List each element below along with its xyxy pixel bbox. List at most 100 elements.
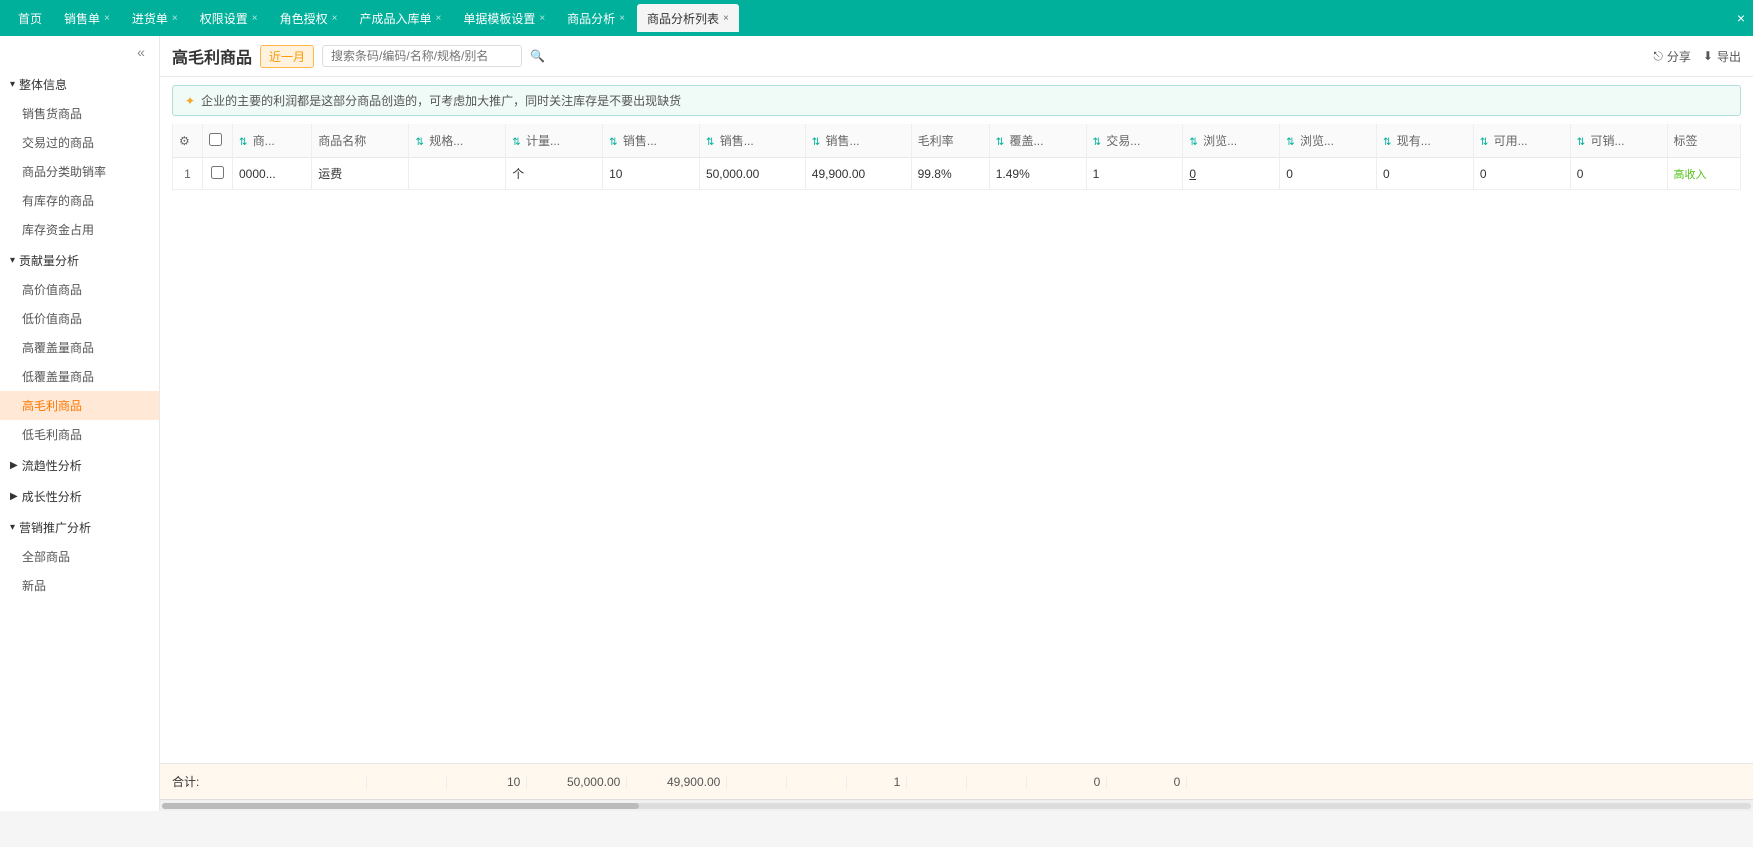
th-views1[interactable]: ⇅ 浏览...: [1183, 124, 1280, 158]
sidebar-item-in-stock[interactable]: 有库存的商品: [0, 186, 159, 215]
nav-tab-product-analysis-list[interactable]: 商品分析列表 ×: [637, 4, 739, 32]
nav-tab-template[interactable]: 单据模板设置 ×: [453, 4, 555, 32]
sort-icon-views2: ⇅: [1286, 137, 1294, 148]
arrow-right-icon-trend: ▶: [10, 460, 18, 471]
footer-empty1: [207, 775, 367, 789]
sidebar-item-low-value[interactable]: 低价值商品: [0, 304, 159, 333]
settings-icon[interactable]: ⚙: [179, 134, 190, 148]
footer-stock-current: 0: [1027, 775, 1107, 789]
nav-tab-home[interactable]: 首页: [8, 4, 52, 32]
footer-total-label: 合计:: [172, 773, 199, 790]
sidebar-item-low-coverage[interactable]: 低覆盖量商品: [0, 362, 159, 391]
sidebar-group-overall-items: 销售货商品 交易过的商品 商品分类助销率 有库存的商品 库存资金占用: [0, 99, 159, 244]
sidebar-item-low-margin[interactable]: 低毛利商品: [0, 420, 159, 449]
row-checkbox[interactable]: [211, 166, 224, 179]
tip-text: 企业的主要的利润都是这部分商品创造的，可考虑加大推广，同时关注库存是不要出现缺货: [201, 92, 681, 109]
sidebar-group-growth[interactable]: ▶ 成长性分析: [0, 480, 159, 511]
main-layout: « ▾ 整体信息 销售货商品 交易过的商品 商品分类助销率 有库存的商品 库存资…: [0, 36, 1753, 811]
footer-views1-empty: [907, 775, 967, 789]
row-stock-salable: 0: [1570, 158, 1667, 190]
tab-close-purchase[interactable]: ×: [172, 13, 178, 24]
table-container: ⚙ ⇅ 商... 商品名称 ⇅: [160, 124, 1753, 763]
export-button[interactable]: ⬇ 导出: [1703, 48, 1741, 65]
sidebar-item-all-goods[interactable]: 全部商品: [0, 542, 159, 571]
sidebar-group-trend[interactable]: ▶ 流趋性分析: [0, 449, 159, 480]
sort-icon-stock-available: ⇅: [1480, 137, 1488, 148]
footer-sales-amount: 50,000.00: [527, 775, 627, 789]
sidebar-item-sales-goods[interactable]: 销售货商品: [0, 99, 159, 128]
sidebar-group-contribution-items: 高价值商品 低价值商品 高覆盖量商品 低覆盖量商品 高毛利商品 低毛利商品: [0, 275, 159, 449]
tab-close-product-analysis-list[interactable]: ×: [723, 13, 729, 24]
th-coverage[interactable]: ⇅ 覆盖...: [989, 124, 1086, 158]
horizontal-scrollbar[interactable]: [160, 799, 1753, 811]
tab-close-product-analysis[interactable]: ×: [619, 13, 625, 24]
footer-sales-qty: 10: [447, 775, 527, 789]
share-icon: ⎋: [1653, 49, 1663, 64]
sidebar-item-high-coverage[interactable]: 高覆盖量商品: [0, 333, 159, 362]
th-stock-salable[interactable]: ⇅ 可销...: [1570, 124, 1667, 158]
content-header: 高毛利商品 近一月 🔍 ⎋ 分享 ⬇ 导出: [160, 36, 1753, 77]
share-button[interactable]: ⎋ 分享: [1653, 48, 1691, 65]
tab-close-template[interactable]: ×: [539, 13, 545, 24]
sort-icon-stock-salable: ⇅: [1577, 137, 1585, 148]
sidebar-group-overall[interactable]: ▾ 整体信息: [0, 68, 159, 99]
arrow-right-icon-growth: ▶: [10, 491, 18, 502]
sidebar-item-new-goods[interactable]: 新品: [0, 571, 159, 600]
th-code[interactable]: ⇅ 商...: [233, 124, 312, 158]
th-unit[interactable]: ⇅ 计量...: [506, 124, 603, 158]
sidebar: « ▾ 整体信息 销售货商品 交易过的商品 商品分类助销率 有库存的商品 库存资…: [0, 36, 160, 811]
footer-sales-cost: 49,900.00: [627, 775, 727, 789]
header-actions: ⎋ 分享 ⬇ 导出: [1653, 48, 1741, 65]
row-num: 1: [173, 158, 203, 190]
tab-close-role[interactable]: ×: [332, 13, 338, 24]
row-name: 运费: [312, 158, 409, 190]
sidebar-item-category-rate[interactable]: 商品分类助销率: [0, 157, 159, 186]
scrollbar-track: [162, 803, 1751, 809]
row-gross-margin: 99.8%: [911, 158, 989, 190]
th-sales-qty[interactable]: ⇅ 销售...: [603, 124, 700, 158]
sidebar-item-traded-goods[interactable]: 交易过的商品: [0, 128, 159, 157]
sidebar-group-contribution[interactable]: ▾ 贡献量分析: [0, 244, 159, 275]
sort-icon-code: ⇅: [239, 137, 247, 148]
footer-views2-empty: [967, 775, 1027, 789]
sidebar-item-stock-capital[interactable]: 库存资金占用: [0, 215, 159, 244]
select-all-checkbox[interactable]: [209, 133, 222, 146]
th-views2[interactable]: ⇅ 浏览...: [1280, 124, 1377, 158]
nav-tab-product-inbound[interactable]: 产成品入库单 ×: [349, 4, 451, 32]
search-input[interactable]: [322, 45, 522, 67]
nav-tab-product-analysis[interactable]: 商品分析 ×: [557, 4, 635, 32]
search-icon[interactable]: 🔍: [530, 49, 545, 63]
th-stock-available[interactable]: ⇅ 可用...: [1473, 124, 1570, 158]
sidebar-item-high-margin[interactable]: 高毛利商品: [0, 391, 159, 420]
row-checkbox-cell: [203, 158, 233, 190]
tab-close-permission[interactable]: ×: [252, 13, 258, 24]
footer-empty2: [367, 775, 447, 789]
th-spec[interactable]: ⇅ 规格...: [409, 124, 506, 158]
nav-tab-permission[interactable]: 权限设置 ×: [190, 4, 268, 32]
sidebar-item-high-value[interactable]: 高价值商品: [0, 275, 159, 304]
nav-tab-role[interactable]: 角色授权 ×: [270, 4, 348, 32]
close-all-button[interactable]: ×: [1737, 10, 1745, 26]
th-transaction[interactable]: ⇅ 交易...: [1086, 124, 1183, 158]
scrollbar-thumb[interactable]: [162, 803, 639, 809]
tab-close-sales[interactable]: ×: [104, 13, 110, 24]
views1-link[interactable]: 0: [1189, 167, 1196, 181]
th-sales-amount[interactable]: ⇅ 销售...: [699, 124, 805, 158]
row-sales-amount: 50,000.00: [699, 158, 805, 190]
tag-badge: 高收入: [1674, 169, 1707, 181]
th-stock-current[interactable]: ⇅ 现有...: [1377, 124, 1474, 158]
nav-tab-purchase[interactable]: 进货单 ×: [122, 4, 188, 32]
sort-icon-spec: ⇅: [415, 137, 423, 148]
sort-icon-unit: ⇅: [512, 137, 520, 148]
th-gross-margin: 毛利率: [911, 124, 989, 158]
tab-close-product-inbound[interactable]: ×: [435, 13, 441, 24]
sidebar-group-marketing[interactable]: ▾ 营销推广分析: [0, 511, 159, 542]
footer-coverage-empty: [787, 775, 847, 789]
row-spec: [409, 158, 506, 190]
nav-tab-sales[interactable]: 销售单 ×: [54, 4, 120, 32]
sidebar-collapse-button[interactable]: «: [131, 42, 151, 62]
tip-icon: ✦: [185, 94, 195, 108]
th-sales-cost[interactable]: ⇅ 销售...: [805, 124, 911, 158]
filter-recent-month-button[interactable]: 近一月: [260, 45, 314, 68]
row-coverage: 1.49%: [989, 158, 1086, 190]
